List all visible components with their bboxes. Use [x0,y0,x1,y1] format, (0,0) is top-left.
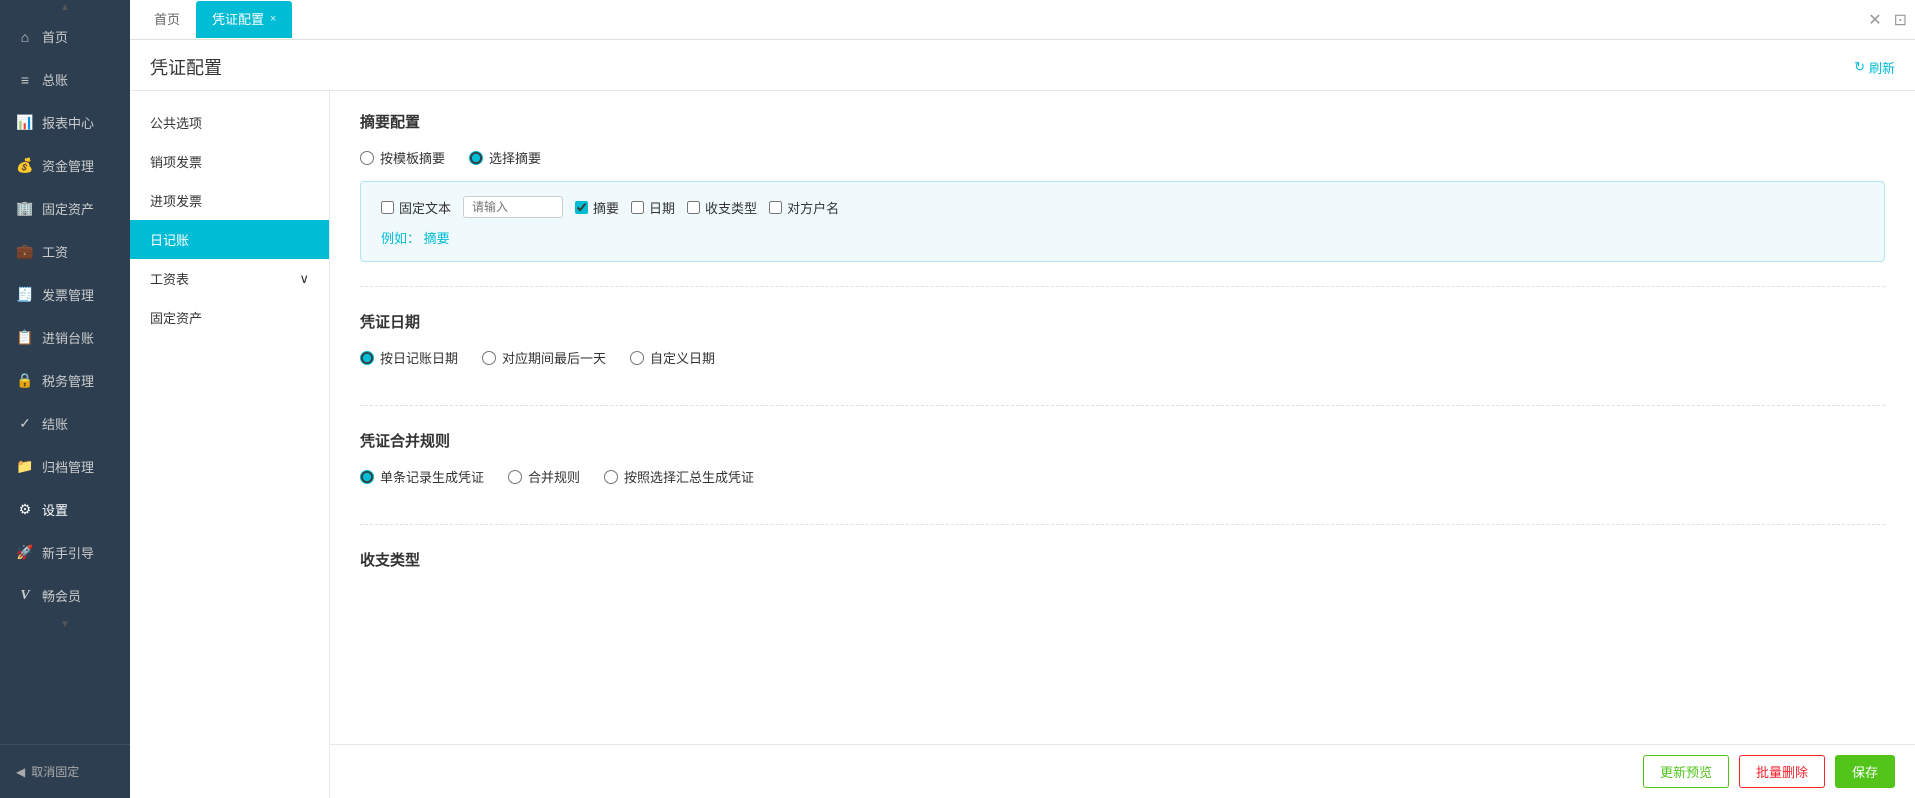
sidebar: ▲ ⌂ 首页 ≡ 总账 📊 报表中心 💰 资金管理 🏢 固定资产 💼 工资 🧾 … [0,0,130,798]
bottom-bar: 更新预览 批量删除 保存 [330,744,1915,798]
ledger-icon: ≡ [16,72,34,88]
voucher-date-radio-group: 按日记账日期 对应期间最后一天 自定义日期 [360,348,1885,367]
fund-icon: 💰 [16,157,34,174]
tab-bar: 首页 凭证配置 × ✕ ⊡ [130,0,1915,40]
sidebar-item-home[interactable]: ⌂ 首页 [0,15,130,58]
archive-icon: 📁 [16,458,34,475]
sidebar-item-tax[interactable]: 🔒 税务管理 [0,359,130,402]
payroll-icon: 💼 [16,243,34,260]
voucher-date-title: 凭证日期 [360,311,1885,332]
left-nav: 公共选项 销项发票 进项发票 日记账 工资表 ∨ 固定资产 [130,91,330,798]
page-header: 凭证配置 ↻ 刷新 [130,40,1915,91]
nav-fixed-assets[interactable]: 固定资产 [130,298,329,337]
batch-delete-button[interactable]: 批量删除 [1739,755,1825,788]
sidebar-item-settings[interactable]: ⚙ 设置 [0,488,130,531]
invoice-mgmt-icon: 🧾 [16,286,34,303]
window-restore-icon[interactable]: ⊡ [1894,10,1907,30]
sidebar-item-ledger[interactable]: ≡ 总账 [0,58,130,101]
summary-config-box: 固定文本 摘要 日期 [360,181,1885,262]
page-title: 凭证配置 [150,54,222,80]
guide-icon: 🚀 [16,544,34,561]
tab-voucher-config[interactable]: 凭证配置 × [196,1,292,38]
checkbox-income-type[interactable]: 收支类型 [687,198,757,217]
radio-summary-generate[interactable]: 按照选择汇总生成凭证 [604,467,754,486]
sidebar-item-report[interactable]: 📊 报表中心 [0,101,130,144]
tab-home[interactable]: 首页 [138,1,196,38]
member-icon: V [16,588,34,604]
sidebar-item-invoice-mgmt[interactable]: 🧾 发票管理 [0,273,130,316]
pin-icon: ◀ [16,765,25,779]
nav-payroll-table[interactable]: 工资表 ∨ [130,259,329,298]
right-content: 摘要配置 按模板摘要 选择摘要 [330,91,1915,744]
chevron-down-icon: ∨ [299,271,309,287]
radio-select-summary[interactable]: 选择摘要 [469,148,541,167]
nav-purchase-invoice[interactable]: 进项发票 [130,181,329,220]
radio-last-day[interactable]: 对应期间最后一天 [482,348,606,367]
sidebar-item-guide[interactable]: 🚀 新手引导 [0,531,130,574]
checkbox-counterpart[interactable]: 对方户名 [769,198,839,217]
sidebar-item-archive[interactable]: 📁 归档管理 [0,445,130,488]
sidebar-item-fund[interactable]: 💰 资金管理 [0,144,130,187]
radio-journal-date[interactable]: 按日记账日期 [360,348,458,367]
fixed-text-input[interactable] [463,196,563,218]
nav-public[interactable]: 公共选项 [130,103,329,142]
tax-icon: 🔒 [16,372,34,389]
window-close-icon[interactable]: ✕ [1868,10,1881,30]
radio-single-record[interactable]: 单条记录生成凭证 [360,467,484,486]
voucher-date-section: 凭证日期 按日记账日期 对应期间最后一天 自定义日期 [360,311,1885,406]
fixed-assets-icon: 🏢 [16,200,34,217]
summary-section: 摘要配置 按模板摘要 选择摘要 [360,111,1885,287]
checkbox-abstract[interactable]: 摘要 [575,198,619,217]
report-icon: 📊 [16,114,34,131]
summary-checkbox-row: 固定文本 摘要 日期 [381,196,1864,218]
checkbox-date[interactable]: 日期 [631,198,675,217]
content-layout: 公共选项 销项发票 进项发票 日记账 工资表 ∨ 固定资产 [130,91,1915,798]
sidebar-item-payroll[interactable]: 💼 工资 [0,230,130,273]
income-type-section: 收支类型 [360,549,1885,610]
home-icon: ⌂ [16,29,34,45]
sidebar-item-fixed-assets[interactable]: 🏢 固定资产 [0,187,130,230]
radio-template-summary[interactable]: 按模板摘要 [360,148,445,167]
sidebar-item-closing[interactable]: ✓ 结账 [0,402,130,445]
sidebar-item-purchase-sales[interactable]: 📋 进销台账 [0,316,130,359]
closing-icon: ✓ [16,415,34,432]
settings-icon: ⚙ [16,501,34,518]
radio-custom-date[interactable]: 自定义日期 [630,348,715,367]
sidebar-scroll-down[interactable]: ▼ [0,617,130,632]
save-button[interactable]: 保存 [1835,755,1895,788]
sidebar-item-member[interactable]: V 畅会员 [0,574,130,617]
radio-merge-rule[interactable]: 合并规则 [508,467,580,486]
nav-sales-invoice[interactable]: 销项发票 [130,142,329,181]
sidebar-scroll-up[interactable]: ▲ [0,0,130,15]
main-area: 首页 凭证配置 × ✕ ⊡ 凭证配置 ↻ 刷新 公共选项 销项发票 进 [130,0,1915,798]
nav-journal[interactable]: 日记账 [130,220,329,259]
summary-radio-group: 按模板摘要 选择摘要 [360,148,1885,167]
merge-rule-radio-group: 单条记录生成凭证 合并规则 按照选择汇总生成凭证 [360,467,1885,486]
merge-rule-title: 凭证合并规则 [360,430,1885,451]
tab-bar-controls: ✕ ⊡ [1868,10,1907,30]
sidebar-toggle[interactable]: ◀ 取消固定 [0,753,130,790]
tab-close-icon[interactable]: × [270,13,276,25]
sidebar-bottom: ◀ 取消固定 [0,744,130,798]
summary-title: 摘要配置 [360,111,1885,132]
refresh-button[interactable]: ↻ 刷新 [1854,58,1895,77]
update-preview-button[interactable]: 更新预览 [1643,755,1729,788]
income-type-title: 收支类型 [360,549,1885,570]
checkbox-fixed-text[interactable]: 固定文本 [381,198,451,217]
purchase-sales-icon: 📋 [16,329,34,346]
refresh-icon: ↻ [1854,59,1865,75]
example-text: 例如： 摘要 [381,228,1864,247]
merge-rule-section: 凭证合并规则 单条记录生成凭证 合并规则 按照选择汇总生成凭证 [360,430,1885,525]
